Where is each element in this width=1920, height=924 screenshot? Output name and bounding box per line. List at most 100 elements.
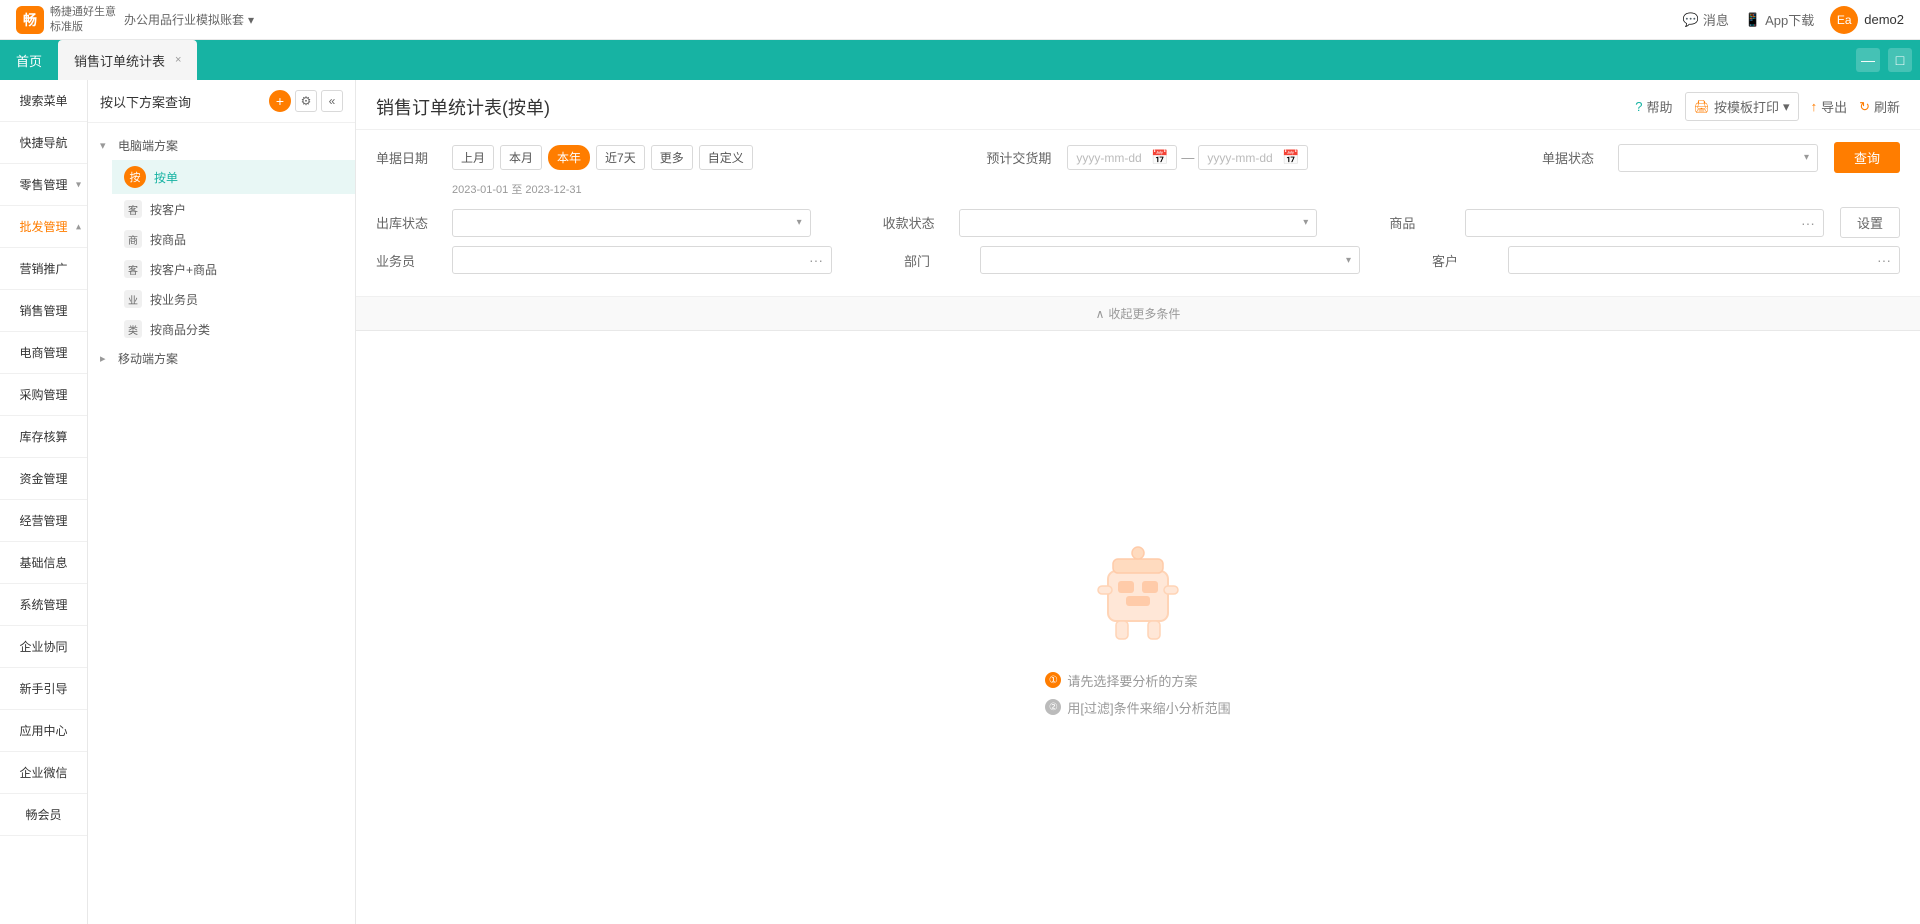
scheme-by-customer[interactable]: 客 按客户 [112,194,355,224]
sidebar-item-finance[interactable]: 资金管理 [0,458,87,500]
refresh-icon: ↻ [1859,99,1870,115]
sidebar-item-enterprise-wechat[interactable]: 企业微信 [0,752,87,794]
sidebar-item-sys-mgmt[interactable]: 系统管理 [0,584,87,626]
empty-tip-2: ② 用[过滤]条件来缩小分析范围 [1045,698,1230,717]
user-menu[interactable]: Ea demo2 [1830,6,1904,34]
tab-sales-order-stats[interactable]: 销售订单统计表 × [58,40,197,80]
calendar-icon-end: 📅 [1282,149,1299,166]
export-button[interactable]: ↑ 导出 [1811,97,1848,116]
scheme-icon-by-salesperson: 业 [124,290,142,308]
expected-delivery-start[interactable]: yyyy-mm-dd 📅 [1067,145,1177,170]
order-status-select[interactable]: ▾ [1618,144,1818,172]
customer-dots-icon: ··· [1877,252,1891,268]
sidebar-item-retail-mgmt[interactable]: 零售管理 ▾ [0,164,87,206]
payment-status-select[interactable]: ▾ [959,209,1318,237]
sidebar-item-search-menu[interactable]: 搜索菜单 [0,80,87,122]
sidebar-item-sales-mgmt[interactable]: 销售管理 [0,290,87,332]
empty-tips: ① 请先选择要分析的方案 ② 用[过滤]条件来缩小分析范围 [1045,671,1230,725]
date-filter-buttons: 上月 本月 本年 近7天 更多 自定义 [452,145,753,170]
date-btn-this-month[interactable]: 本月 [500,145,542,170]
top-bar-left: 畅 畅捷通好生意 标准版 办公用品行业模拟账套 ▾ [16,5,254,34]
shipment-status-label: 出库状态 [376,213,436,232]
scheme-by-salesperson[interactable]: 业 按业务员 [112,284,355,314]
salesperson-select[interactable]: ··· [452,246,832,274]
sidebar-item-basic-info[interactable]: 基础信息 [0,542,87,584]
main-panel: 销售订单统计表(按单) ? 帮助 🖨 按模板打印 ▾ ↑ 导出 [356,80,1920,924]
order-status-label: 单据状态 [1542,148,1602,167]
date-btn-this-year[interactable]: 本年 [548,145,590,170]
question-icon: ? [1635,99,1642,114]
workspace-dropdown[interactable]: 办公用品行业模拟账套 ▾ [124,11,254,28]
printer-icon: 🖨 [1694,99,1711,115]
header-actions: ? 帮助 🖨 按模板打印 ▾ ↑ 导出 ↻ 刷新 [1635,92,1900,121]
print-dropdown-icon: ▾ [1783,99,1790,115]
goods-label: 商品 [1389,213,1449,232]
collapse-panel-button[interactable]: « [321,90,343,112]
date-btn-last-7days[interactable]: 近7天 [596,145,645,170]
expected-delivery-end[interactable]: yyyy-mm-dd 📅 [1198,145,1308,170]
message-button[interactable]: 💬 消息 [1683,10,1729,29]
sidebar-item-operations[interactable]: 经营管理 [0,500,87,542]
sidebar-item-enterprise[interactable]: 企业协同 [0,626,87,668]
goods-dots-icon: ··· [1801,215,1815,231]
salesperson-label: 业务员 [376,251,436,270]
template-print-button[interactable]: 🖨 按模板打印 ▾ [1685,92,1799,121]
filter-row-1: 单据日期 上月 本月 本年 近7天 更多 自定义 预计交货期 [376,142,1900,173]
tab-close-icon[interactable]: × [175,54,181,66]
scheme-by-goods[interactable]: 商 按商品 [112,224,355,254]
collapse-up-icon: ∧ [1096,307,1105,321]
scheme-by-order[interactable]: 按 按单 [112,160,355,194]
help-button[interactable]: ? 帮助 [1635,97,1672,116]
date-range-display-row: 2023-01-01 至 2023-12-31 [376,179,1900,197]
window-maximize-button[interactable]: □ [1888,48,1912,72]
filter-row-3: 业务员 ··· 部门 ▾ 客户 [376,246,1900,274]
sidebar-item-ecom-mgmt[interactable]: 电商管理 [0,332,87,374]
sidebar-item-purchase-mgmt[interactable]: 采购管理 [0,374,87,416]
date-btn-custom[interactable]: 自定义 [699,145,753,170]
left-panel-header: 按以下方案查询 + ⚙ « [88,80,355,123]
setting-button[interactable]: 设置 [1840,207,1900,238]
page-header: 销售订单统计表(按单) ? 帮助 🖨 按模板打印 ▾ ↑ 导出 [356,80,1920,130]
collapse-bar[interactable]: ∧ 收起更多条件 [356,297,1920,331]
window-minimize-button[interactable]: — [1856,48,1880,72]
tree-section-pc: ▾ 电脑端方案 按 按单 客 按客户 商 按商品 [88,123,355,381]
add-scheme-button[interactable]: + [269,90,291,112]
sidebar-item-marketing[interactable]: 营销推广 [0,248,87,290]
sidebar-item-new-user[interactable]: 新手引导 [0,668,87,710]
tip-num-1: ① [1045,672,1061,688]
left-panel: 按以下方案查询 + ⚙ « ▾ 电脑端方案 按 按单 [88,80,356,924]
scheme-by-category[interactable]: 类 按商品分类 [112,314,355,344]
customer-select[interactable]: ··· [1508,246,1900,274]
query-button[interactable]: 查询 [1834,142,1900,173]
department-label: 部门 [904,251,964,270]
goods-select[interactable]: ··· [1465,209,1824,237]
tree-node-mobile[interactable]: ▸ 移动端方案 [88,344,355,373]
settings-scheme-button[interactable]: ⚙ [295,90,317,112]
tab-home[interactable]: 首页 [0,40,58,80]
refresh-button[interactable]: ↻ 刷新 [1859,97,1900,116]
page-title: 销售订单统计表(按单) [376,94,550,120]
scheme-by-customer-goods[interactable]: 客 按客户+商品 [112,254,355,284]
calendar-icon-start: 📅 [1151,149,1168,166]
salesperson-dots-icon: ··· [809,252,823,268]
date-btn-last-month[interactable]: 上月 [452,145,494,170]
expand-icon: ▾ [100,139,112,152]
date-range-text: 2023-01-01 至 2023-12-31 [452,181,582,197]
scheme-icon-by-order: 按 [124,166,146,188]
tree-node-pc[interactable]: ▾ 电脑端方案 [88,131,355,160]
sidebar-item-inventory[interactable]: 库存核算 [0,416,87,458]
filter-area: 单据日期 上月 本月 本年 近7天 更多 自定义 预计交货期 [356,130,1920,297]
app-download-button[interactable]: 📱 App下载 [1745,10,1814,29]
sidebar-item-wholesale-mgmt[interactable]: 批发管理 ▴ [0,206,87,248]
filter-row-2: 出库状态 ▾ 收款状态 ▾ 商品 [376,207,1900,238]
scheme-icon-by-customer-goods: 客 [124,260,142,278]
export-icon: ↑ [1811,99,1818,114]
shipment-status-select[interactable]: ▾ [452,209,811,237]
single-date-label: 单据日期 [376,148,436,167]
sidebar-item-quick-nav[interactable]: 快捷导航 [0,122,87,164]
department-select[interactable]: ▾ [980,246,1360,274]
scheme-icon-by-category: 类 [124,320,142,338]
sidebar-item-member[interactable]: 畅会员 [0,794,87,836]
sidebar-item-app-center[interactable]: 应用中心 [0,710,87,752]
date-btn-more[interactable]: 更多 [651,145,693,170]
